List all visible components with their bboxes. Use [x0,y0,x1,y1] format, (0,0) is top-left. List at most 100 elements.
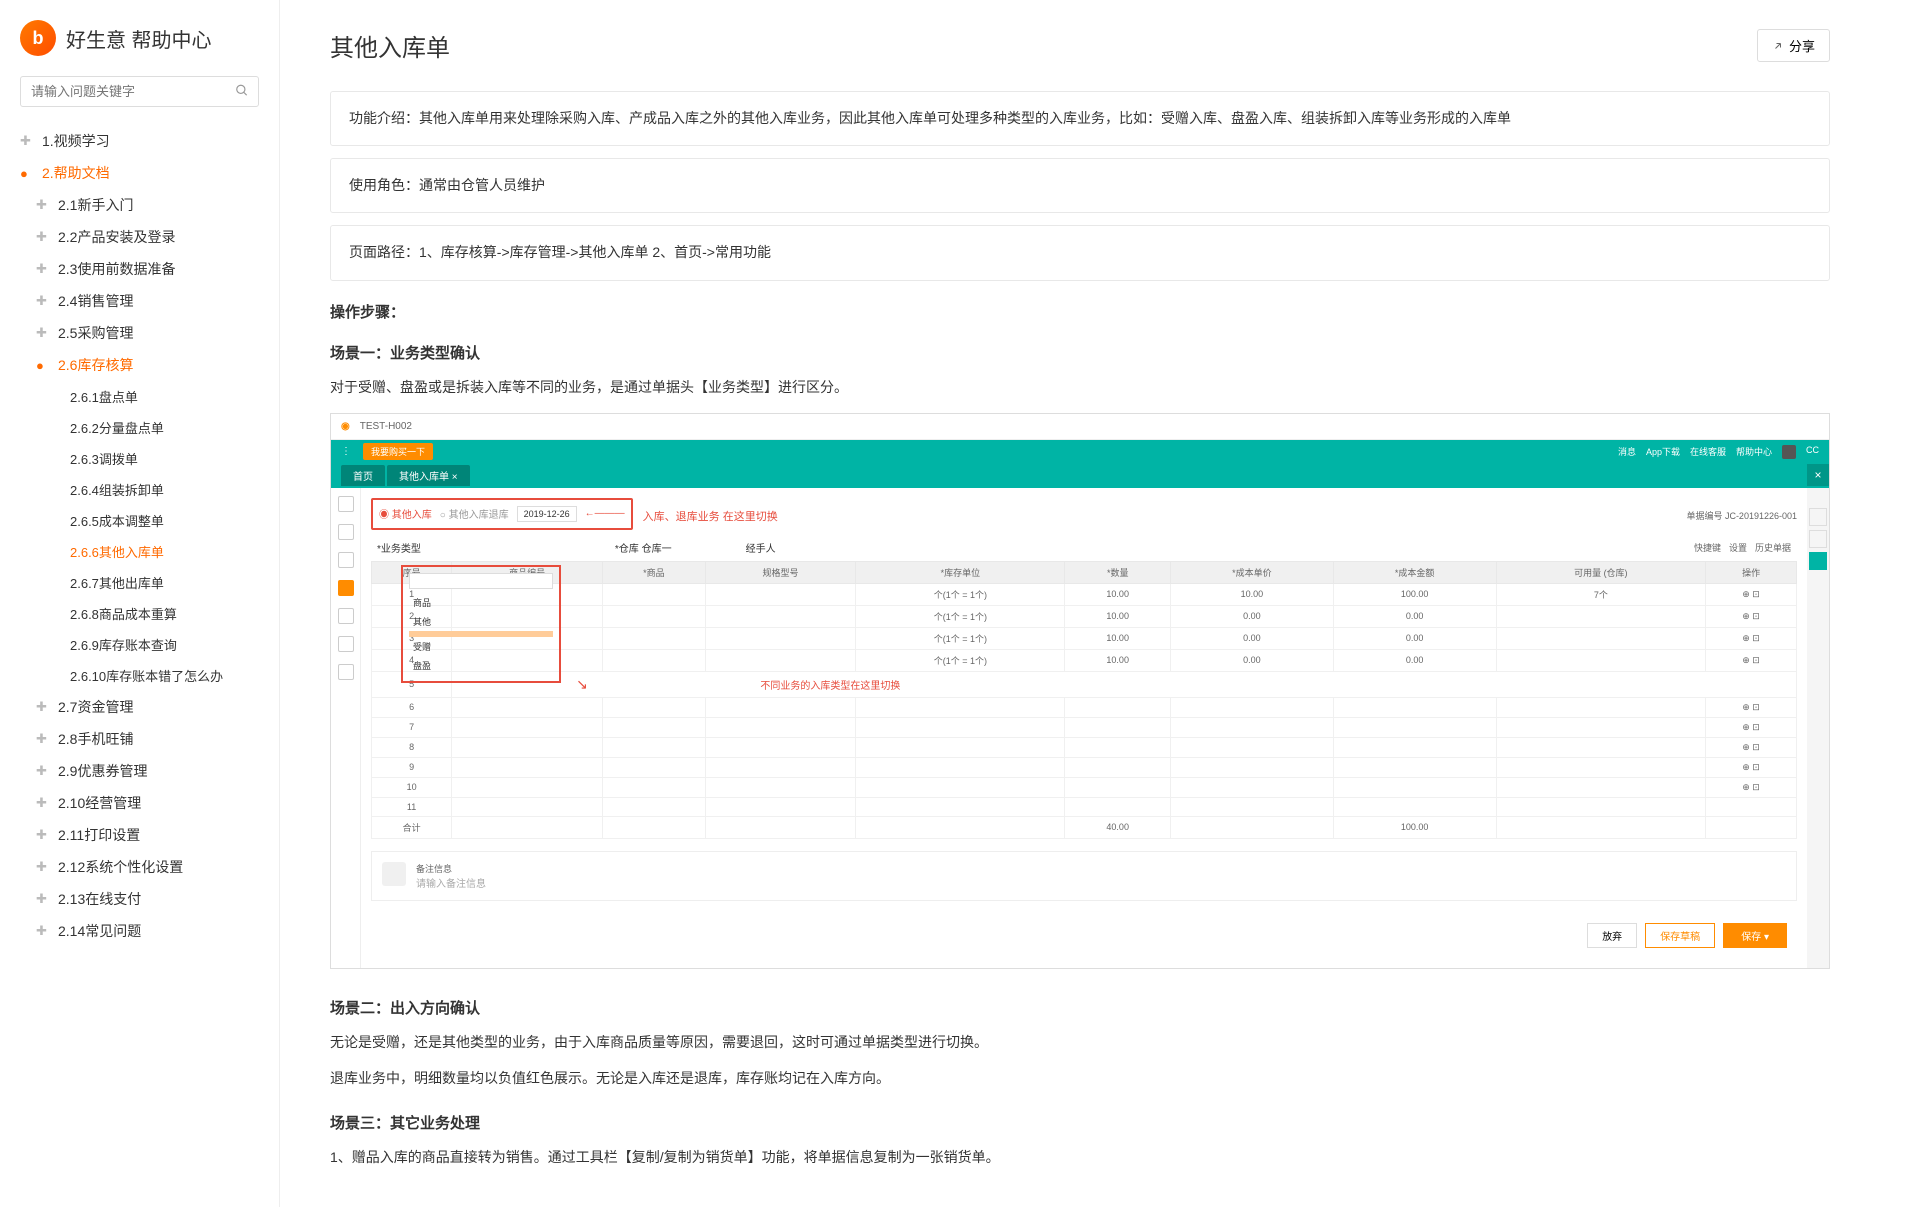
plus-icon: ✚ [36,763,50,779]
nav-2-8[interactable]: ✚2.8手机旺铺 [36,723,259,755]
ss-topbar: ◉ TEST-H002 [331,414,1829,440]
ss-nav-icon [338,608,354,624]
search-icon[interactable] [235,83,249,100]
nav-2-6-10[interactable]: 2.6.10库存账本错了怎么办 [70,660,259,691]
table-row: 9⊕ ⊡ [372,757,1797,777]
role-text: 通常由仓管人员维护 [419,177,545,193]
ss-cancel-button: 放弃 [1587,923,1637,948]
nav-2-11[interactable]: ✚2.11打印设置 [36,819,259,851]
ss-radio-return: ○ 其他入库退库 [440,506,509,521]
ss-date-input: 2019-12-26 [517,506,577,522]
ss-annotation-2: 不同业务的入库类型在这里切换 [760,681,900,692]
plus-icon: ✚ [36,827,50,843]
brand-text: 好生意 帮助中心 [66,24,212,53]
path-card: 页面路径：1、库存核算->库存管理->其他入库单 2、首页->常用功能 [330,225,1830,280]
nav-2-6-5[interactable]: 2.6.5成本调整单 [70,505,259,536]
nav-2-12[interactable]: ✚2.12系统个性化设置 [36,851,259,883]
table-row: 11 [372,797,1797,816]
nav-2-3[interactable]: ✚2.3使用前数据准备 [36,253,259,285]
plus-icon: ✚ [36,731,50,747]
intro-label: 功能介绍： [349,110,419,126]
role-card: 使用角色：通常由仓管人员维护 [330,158,1830,213]
plus-icon: ✚ [36,197,50,213]
minus-icon: ● [36,358,50,373]
table-row: 7⊕ ⊡ [372,717,1797,737]
nav-2-4[interactable]: ✚2.4销售管理 [36,285,259,317]
search-input[interactable] [20,76,259,107]
ss-radio-in: ◉ 其他入库 [379,506,432,521]
ss-menu-ellipsis: ⋮ [341,446,351,457]
ss-company: TEST-H002 [360,421,412,432]
nav-2-6-4[interactable]: 2.6.4组装拆卸单 [70,474,259,505]
nav-2-6-3[interactable]: 2.6.3调拨单 [70,443,259,474]
sidebar: b 好生意 帮助中心 ✚1.视频学习 ●2.帮助文档 ✚2.1新手入门 ✚2.2… [0,0,280,1207]
ss-avatar-icon [1782,445,1796,459]
ss-tool-icon [1809,530,1827,548]
ss-msg-link: 消息 [1618,445,1636,459]
nav-help-docs[interactable]: ●2.帮助文档 [20,157,259,189]
nav-2-6-9[interactable]: 2.6.9库存账本查询 [70,629,259,660]
ss-close-icon: × [1807,464,1829,486]
plus-icon: ✚ [36,923,50,939]
nav-video[interactable]: ✚1.视频学习 [20,125,259,157]
ss-logo-icon: ◉ [341,421,350,432]
search-box [20,76,259,107]
embedded-screenshot: ◉ TEST-H002 ⋮ 我要购买一下 消息 App下载 在线客服 帮助中心 … [330,413,1830,969]
nav-2-6-2[interactable]: 2.6.2分量盘点单 [70,412,259,443]
ss-try-button: 我要购买一下 [363,443,433,460]
nav-2-6-6[interactable]: 2.6.6其他入库单 [70,536,259,567]
ss-nav-icon [338,524,354,540]
nav-2-6-7[interactable]: 2.6.7其他出库单 [70,567,259,598]
role-label: 使用角色： [349,177,419,193]
nav-2-5[interactable]: ✚2.5采购管理 [36,317,259,349]
nav-2-14[interactable]: ✚2.14常见问题 [36,915,259,947]
table-row: 10⊕ ⊡ [372,777,1797,797]
plus-icon: ✚ [36,795,50,811]
nav-2-10[interactable]: ✚2.10经营管理 [36,787,259,819]
table-total-row: 合计40.00100.00 [372,816,1797,838]
ss-doc-no: 单据编号 JC-20191226-001 [1686,509,1797,522]
intro-card: 功能介绍：其他入库单用来处理除采购入库、产成品入库之外的其他入库业务，因此其他入… [330,91,1830,146]
ss-tab-home: 首页 [341,465,385,486]
plus-icon: ✚ [36,859,50,875]
ss-menubar: ⋮ 我要购买一下 消息 App下载 在线客服 帮助中心 CC [331,440,1829,464]
ss-tab-doc: 其他入库单 × [387,465,470,486]
table-row: 8⊕ ⊡ [372,737,1797,757]
scene2-title: 场景二：出入方向确认 [330,997,1830,1018]
scene1-title: 场景一：业务类型确认 [330,342,1830,363]
nav-2-6[interactable]: ●2.6库存核算 [36,349,259,381]
page-title: 其他入库单 [330,28,450,63]
minus-icon: ● [20,166,34,181]
ss-nav-icon [338,636,354,652]
plus-icon: ✚ [36,699,50,715]
brand-row: b 好生意 帮助中心 [20,20,259,56]
nav-2-7[interactable]: ✚2.7资金管理 [36,691,259,723]
scene3-title: 场景三：其它业务处理 [330,1112,1830,1133]
nav-2-2[interactable]: ✚2.2产品安装及登录 [36,221,259,253]
ss-tabs: 首页 其他入库单 × [331,464,1829,488]
ss-leftnav [331,488,361,968]
ss-opt: 商品 [409,593,553,612]
ss-nav-icon [338,552,354,568]
scene1-body: 对于受赠、盘盈或是拆装入库等不同的业务，是通过单据头【业务类型】进行区分。 [330,373,1830,401]
plus-icon: ✚ [36,325,50,341]
main-content: 其他入库单 分享 功能介绍：其他入库单用来处理除采购入库、产成品入库之外的其他入… [280,0,1880,1207]
nav-2-6-1[interactable]: 2.6.1盘点单 [70,381,259,412]
plus-icon: ✚ [36,891,50,907]
nav-2-13[interactable]: ✚2.13在线支付 [36,883,259,915]
ss-app-link: App下载 [1646,445,1680,459]
share-button[interactable]: 分享 [1757,29,1830,62]
nav-2-6-8[interactable]: 2.6.8商品成本重算 [70,598,259,629]
nav-list: ✚1.视频学习 ●2.帮助文档 ✚2.1新手入门 ✚2.2产品安装及登录 ✚2.… [20,125,259,947]
scene3-body1: 1、赠品入库的商品直接转为销售。通过工具栏【复制/复制为销货单】功能，将单据信息… [330,1143,1830,1171]
scene2-body1: 无论是受赠，还是其他类型的业务，由于入库商品质量等原因，需要退回，这时可通过单据… [330,1028,1830,1056]
nav-2-9[interactable]: ✚2.9优惠券管理 [36,755,259,787]
ss-sidetools [1807,488,1829,968]
ss-dropdown-input [409,573,553,589]
ss-toolbar-shortcut: 快捷键 [1694,541,1721,554]
table-row: 1个(1个 = 1个)10.0010.00100.007个⊕ ⊡ [372,583,1797,605]
ss-toolbar-settings: 设置 [1729,541,1747,554]
ss-annotation-1: 入库、退库业务 在这里切换 [643,508,778,524]
nav-2-1[interactable]: ✚2.1新手入门 [36,189,259,221]
table-row: 3个(1个 = 1个)10.000.000.00⊕ ⊡ [372,627,1797,649]
